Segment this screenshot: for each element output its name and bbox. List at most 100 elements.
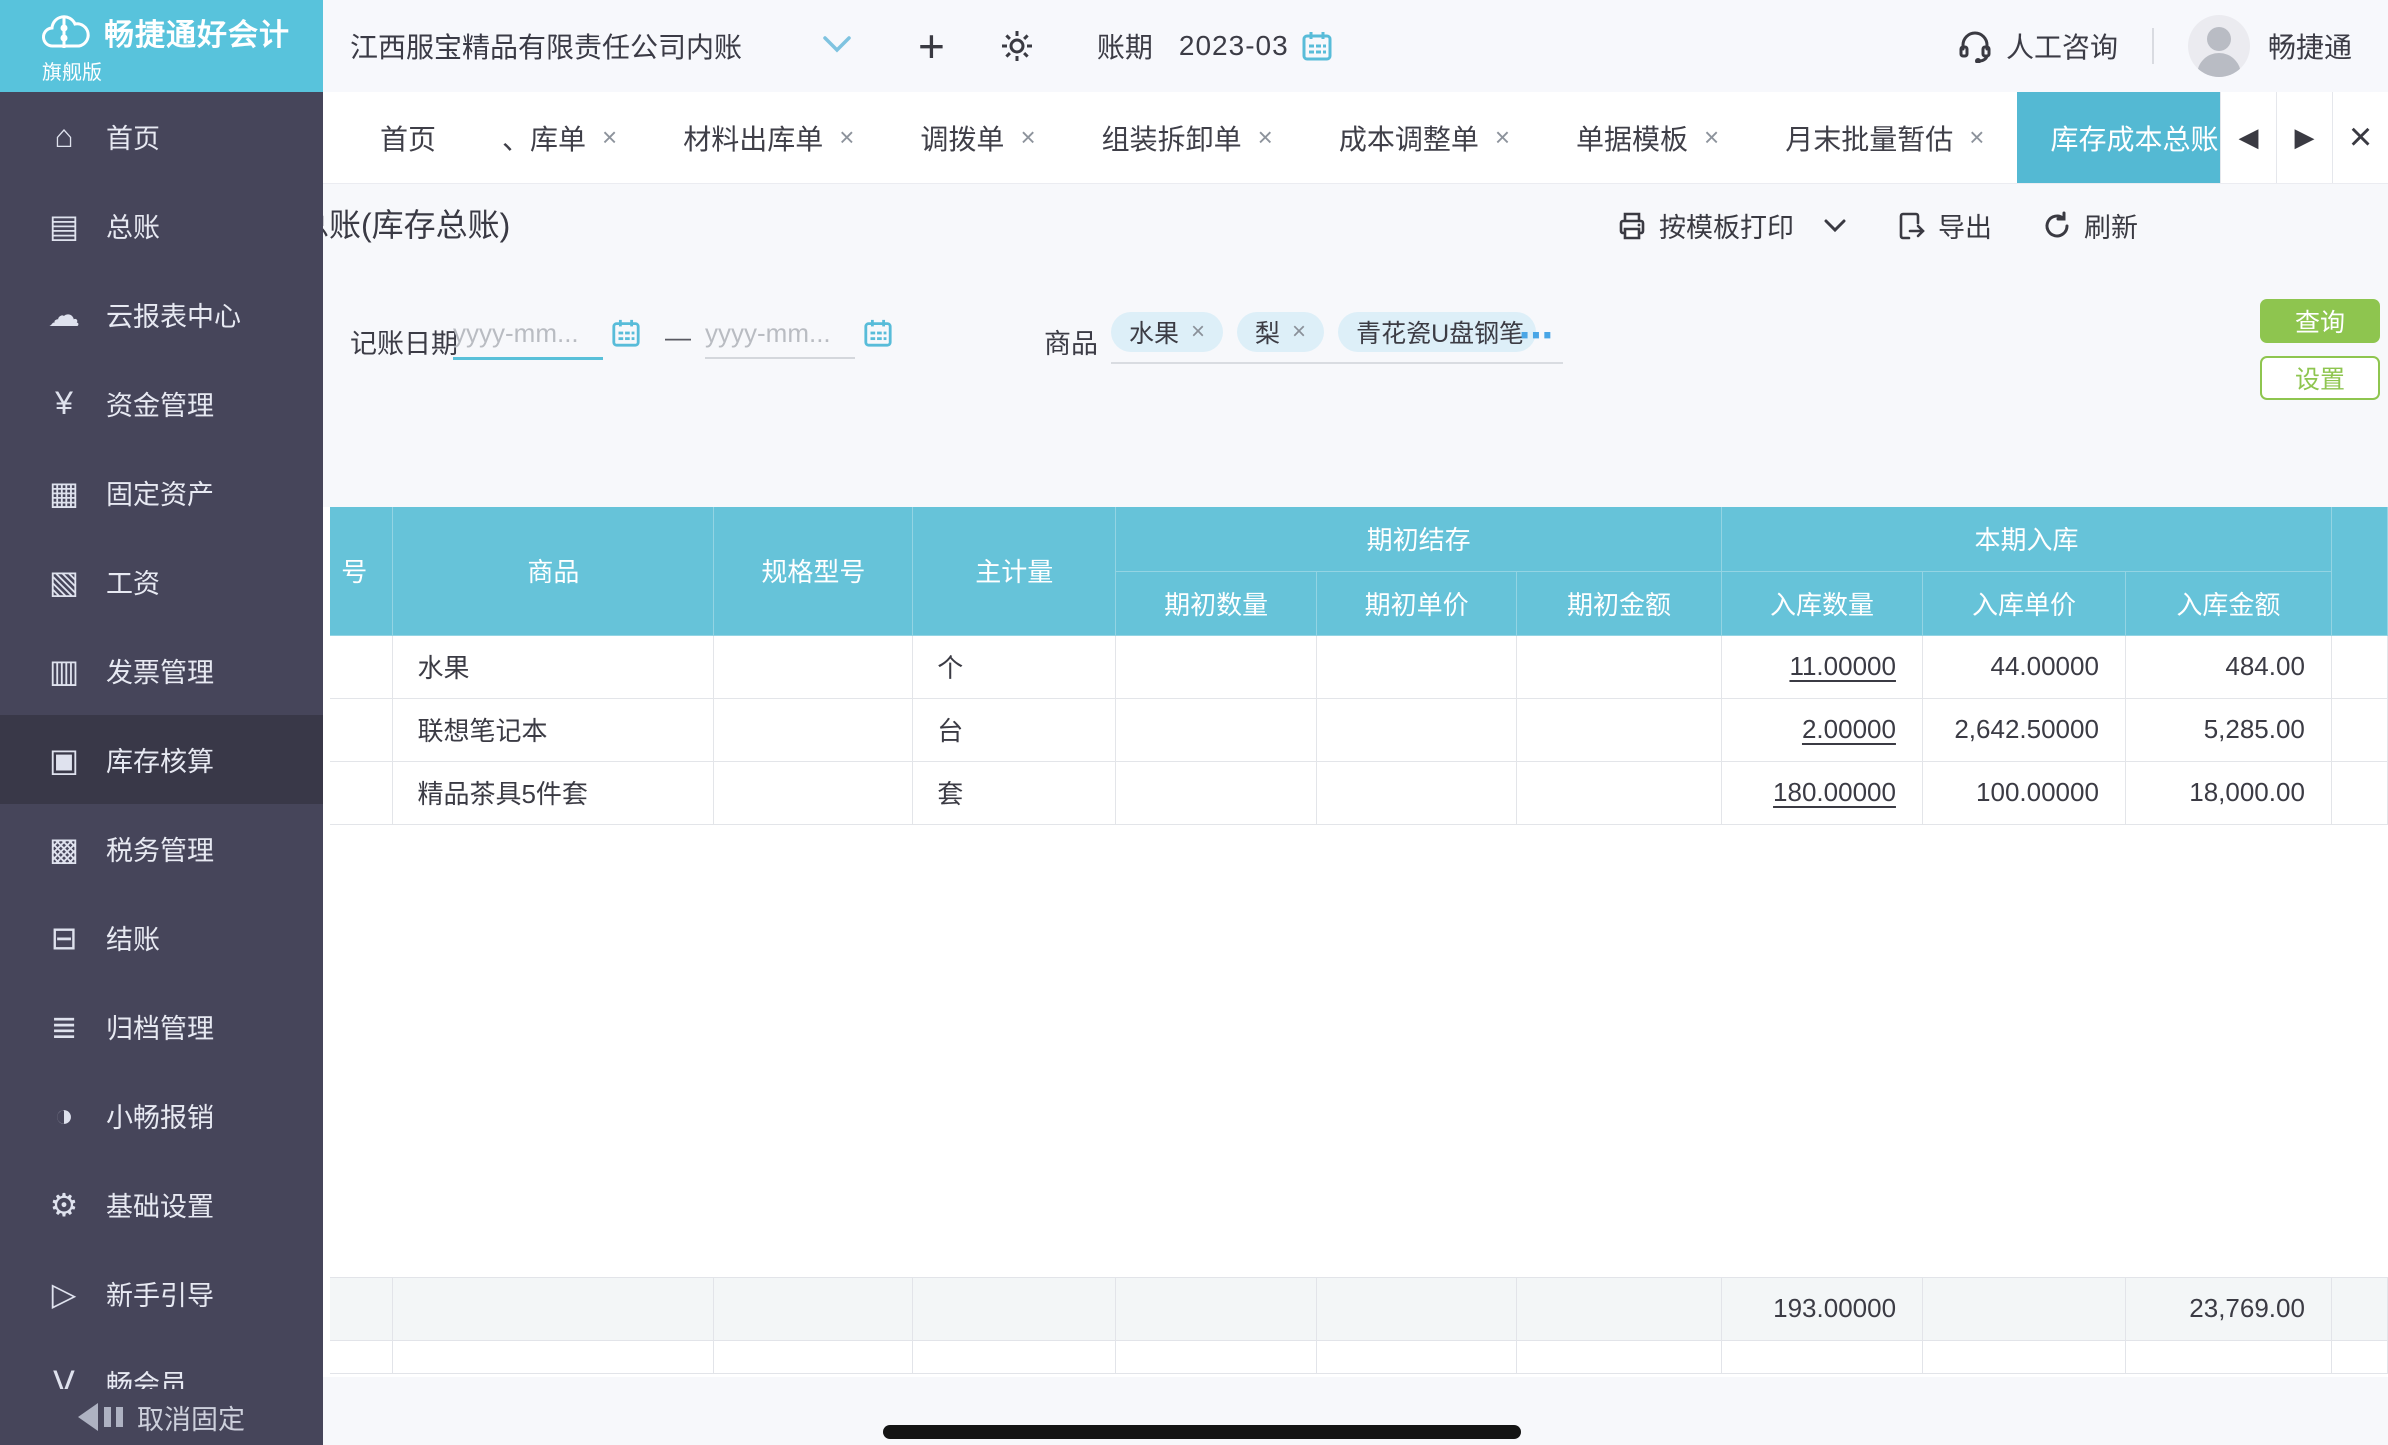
cell-empty (1516, 760, 1722, 825)
cell-in-qty: 11.00000 (1720, 634, 1923, 699)
tab-4[interactable]: 组装拆卸单 × (1069, 92, 1306, 183)
tab-1[interactable]: 、库单 × (469, 92, 650, 183)
tab-label: 、库单 (502, 123, 587, 155)
unpin-label: 取消固定 (137, 1404, 245, 1435)
tab-close-icon[interactable]: × (1495, 122, 1510, 153)
app-edition-badge: 旗舰版 (42, 62, 102, 84)
sidebar-item-guide[interactable]: ▷ 新手引导 (0, 1249, 323, 1338)
tab-label: 单据模板 (1576, 123, 1689, 155)
inventory-table-wrap: 号 商品 规格型号 主计量 期初结存 本期入库 期初数量 期初单价 期初金额 入… (330, 507, 2388, 1374)
more-tags-ellipsis-icon[interactable]: ⋯ (1519, 316, 1555, 356)
tab-close-icon[interactable]: × (839, 122, 854, 153)
tab-scroll-right-button[interactable]: ▶ (2276, 92, 2332, 183)
support-consult-button[interactable]: 人工咨询 (1958, 26, 2118, 66)
sidebar-item-reimburse[interactable]: ◑ 小畅报销 (0, 1071, 323, 1160)
table-row: 联想笔记本 台 2.00000 2,642.50000 5,285.00 (330, 697, 2388, 762)
export-label: 导出 (1938, 213, 1992, 243)
tab-7[interactable]: 月末批量暂估 × (1752, 92, 2017, 183)
tab-close-icon[interactable]: × (602, 122, 617, 153)
sidebar-item-funds[interactable]: ¥ 资金管理 (0, 359, 323, 448)
tab-list: 首页 、库单 × 材料出库单 × 调拨单 × 组装拆卸单 × 成本调整单 × 单据模板 × 月末批量暂估 ×… (323, 92, 2220, 183)
tax-icon: ▩ (48, 830, 80, 867)
sidebar-menu: ⌂ 首页 ▤ 总账 ☁ 云报表中心 ¥ 资金管理 ▦ 固定资产 ▧ 工资 ▥ 发票管理 ▣ 库存核算 ▩ 税务管理… (0, 92, 323, 1427)
chevron-down-icon[interactable] (822, 35, 852, 58)
cell-empty (1115, 760, 1318, 825)
query-button[interactable]: 查询 (2260, 299, 2380, 343)
cell-in-qty: 180.00000 (1720, 760, 1923, 825)
tab-label: 组装拆卸单 (1101, 123, 1242, 155)
sidebar-item-settings[interactable]: ⚙ 基础设置 (0, 1160, 323, 1249)
settings-button[interactable]: 设置 (2260, 356, 2380, 400)
horizontal-scrollbar[interactable] (883, 1425, 1521, 1439)
sidebar-item-home[interactable]: ⌂ 首页 (0, 92, 323, 181)
sidebar-item-closing[interactable]: ⊟ 结账 (0, 893, 323, 982)
unpin-sidebar-button[interactable]: 取消固定 (0, 1389, 323, 1445)
inventory-icon: ▣ (48, 741, 80, 778)
sidebar-item-label: 工资 (106, 569, 160, 599)
print-by-template-button[interactable]: 按模板打印 (1617, 206, 1846, 245)
product-tags[interactable]: 水果 × 梨 × 青花瓷U盘钢笔 (1111, 302, 1563, 364)
date-from-calendar-icon[interactable] (611, 318, 641, 353)
in-qty-link[interactable]: 11.00000 (1789, 651, 1896, 681)
print-dropdown-chevron-icon[interactable] (1824, 219, 1846, 233)
cloud-logo-icon (40, 12, 92, 52)
export-button[interactable]: 导出 (1896, 206, 1992, 245)
tab-6[interactable]: 单据模板 × (1543, 92, 1752, 183)
in-qty-link[interactable]: 180.00000 (1773, 777, 1896, 807)
sidebar-item-tax[interactable]: ▩ 税务管理 (0, 804, 323, 893)
sidebar-item-label: 归档管理 (106, 1014, 214, 1044)
divider (2151, 28, 2154, 64)
tag-remove-icon[interactable]: × (1292, 318, 1306, 346)
refresh-button[interactable]: 刷新 (2042, 206, 2138, 245)
date-to-input[interactable] (705, 310, 855, 359)
sidebar-item-archive[interactable]: ≣ 归档管理 (0, 982, 323, 1071)
cell-product: 精品茶具5件套 (392, 760, 715, 825)
avatar[interactable] (2187, 15, 2250, 77)
gear-icon[interactable] (999, 28, 1035, 64)
sidebar-item-inventory[interactable]: ▣ 库存核算 (0, 715, 323, 804)
tab-2[interactable]: 材料出库单 × (650, 92, 887, 183)
cell-unit: 台 (912, 697, 1117, 762)
cell-unit: 套 (912, 760, 1117, 825)
date-filter-label: 记账日期 (350, 329, 458, 359)
tab-8[interactable]: 库存成本总账× (2017, 92, 2220, 183)
tab-3[interactable]: 调拨单 × (887, 92, 1068, 183)
group-header-next-clipped (2330, 507, 2388, 636)
cell-unit: 个 (912, 634, 1117, 699)
tab-close-icon[interactable]: × (1258, 122, 1273, 153)
cell-empty (713, 634, 914, 699)
period-calendar-icon[interactable] (1301, 30, 1333, 62)
cell-empty (2330, 634, 2388, 699)
sidebar-item-label: 小畅报销 (106, 1103, 214, 1133)
tag-remove-icon[interactable]: × (1191, 318, 1205, 346)
sidebar-item-fixed-assets[interactable]: ▦ 固定资产 (0, 448, 323, 537)
add-button[interactable]: + (918, 23, 945, 69)
topbar: 江西服宝精品有限责任公司内账 + 账期 2023-03 人工咨询 畅捷通 (323, 0, 2388, 92)
tab-close-icon[interactable]: × (1020, 122, 1035, 153)
sidebar-item-cloud-report[interactable]: ☁ 云报表中心 (0, 270, 323, 359)
tab-scroll-left-button[interactable]: ◀ (2220, 92, 2276, 183)
company-selector[interactable]: 江西服宝精品有限责任公司内账 (350, 26, 742, 66)
period-value[interactable]: 2023-03 (1179, 30, 1289, 62)
tab-5[interactable]: 成本调整单 × (1306, 92, 1543, 183)
sidebar-item-salary[interactable]: ▧ 工资 (0, 537, 323, 626)
home-icon: ⌂ (54, 118, 74, 154)
sidebar-item-ledger[interactable]: ▤ 总账 (0, 181, 323, 270)
date-from-input[interactable] (453, 310, 603, 360)
tab-label: 调拨单 (920, 123, 1005, 155)
page-title: 总账(库存总账) (323, 207, 511, 243)
tab-close-icon[interactable]: × (1969, 122, 1984, 153)
sidebar-item-invoice[interactable]: ▥ 发票管理 (0, 626, 323, 715)
product-tag-label: 梨 (1255, 320, 1281, 348)
in-qty-link[interactable]: 2.00000 (1802, 714, 1896, 744)
col-header-in-qty: 入库数量 (1720, 570, 1923, 636)
tab-close-all-button[interactable]: × (2332, 92, 2388, 183)
tab-0[interactable]: 首页 (347, 92, 469, 183)
settings-icon: ⚙ (49, 1186, 79, 1223)
filter-bar: 记账日期 — 商品 水果×梨×青花瓷U盘钢笔 ⋯ 查询 设置 (323, 292, 2388, 412)
tab-close-icon[interactable]: × (1704, 122, 1719, 153)
date-to-calendar-icon[interactable] (863, 318, 893, 353)
app-title: 畅捷通好会计 (104, 19, 290, 52)
table-row: 水果 个 11.00000 44.00000 484.00 (330, 634, 2388, 699)
username[interactable]: 畅捷通 (2268, 26, 2352, 66)
